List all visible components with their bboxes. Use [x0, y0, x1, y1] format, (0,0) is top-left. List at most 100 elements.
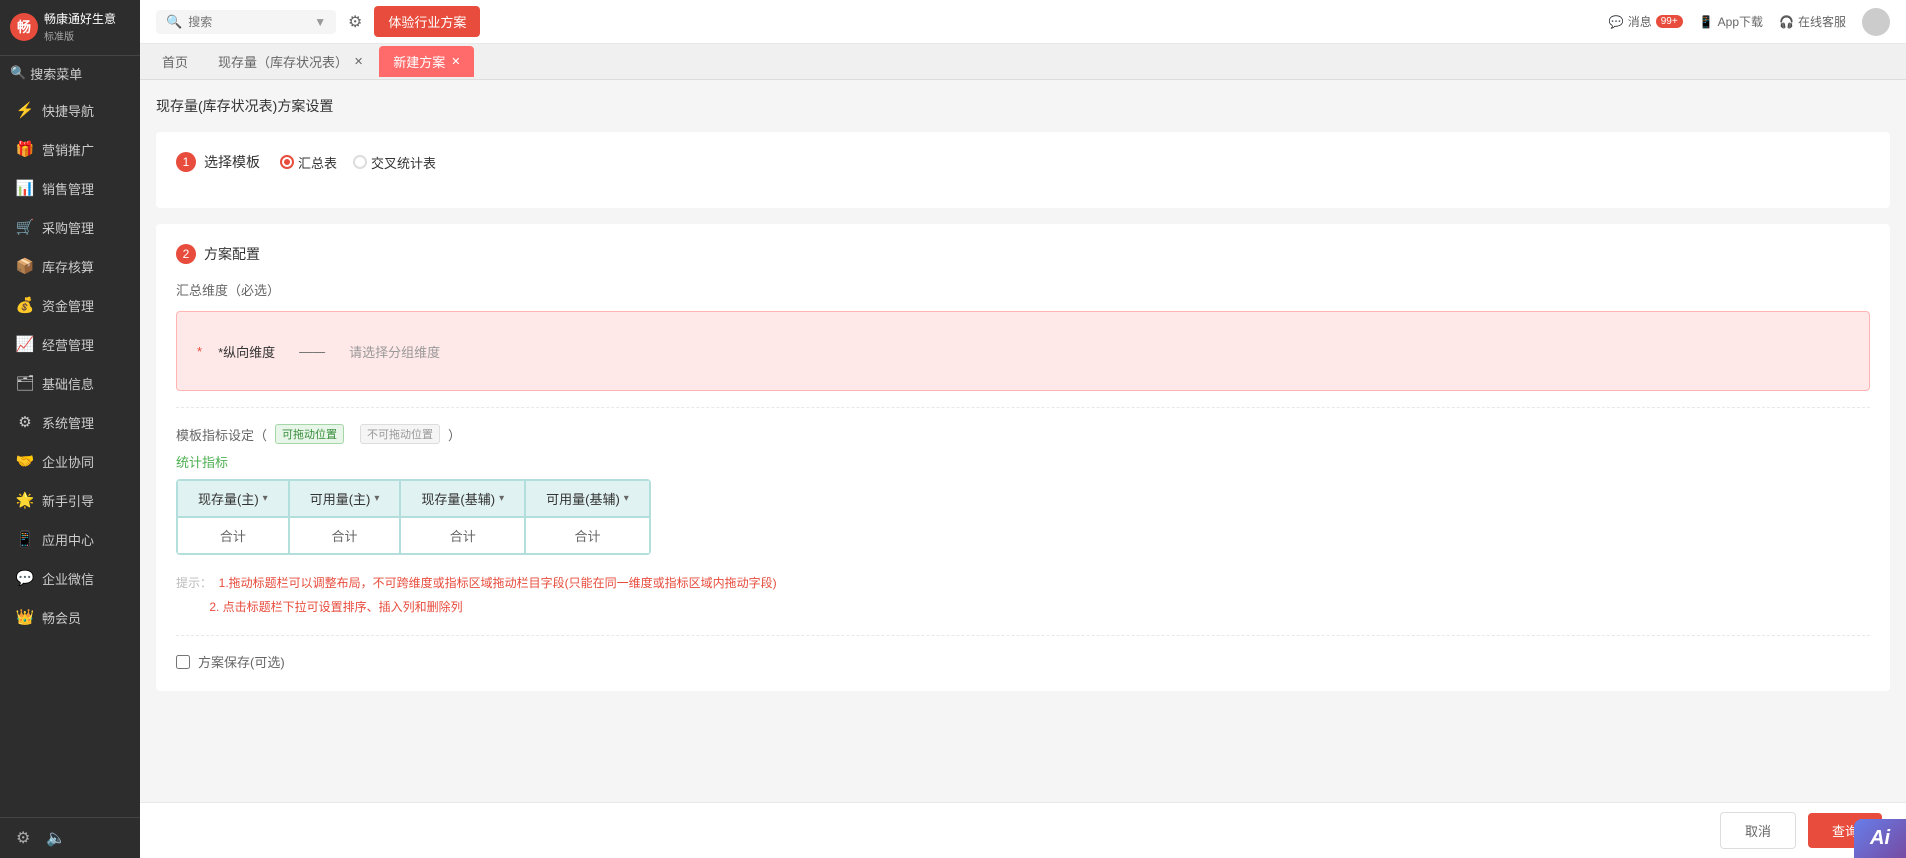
section-divider2	[176, 635, 1870, 636]
sidebar-item-management[interactable]: 📈 经营管理	[0, 325, 140, 364]
sidebar-item-label: 应用中心	[42, 530, 94, 549]
sidebar: 畅 畅康通好生意 标准版 🔍 搜索菜单 ⚡ 快捷导航 🎁 营销推广 📊 销售管理…	[0, 0, 140, 858]
col-sub-3: 合计	[574, 526, 600, 545]
search-input[interactable]	[188, 15, 308, 29]
col-label-1: 可用量(主)	[310, 489, 371, 508]
radio-cross-table[interactable]: 交叉统计表	[353, 153, 436, 172]
save-checkbox[interactable]	[176, 655, 190, 669]
stats-section: 统计指标 现存量(主) ▾ 可用量(主) ▾ 现存量(基辅)	[176, 452, 1870, 555]
sidebar-item-label: 经营管理	[42, 335, 94, 354]
col-data-2: 合计	[400, 517, 525, 554]
app-name: 畅康通好生意	[44, 12, 116, 28]
audio-icon[interactable]: 🔈	[46, 828, 66, 848]
tab-inventory-close-icon[interactable]: ✕	[354, 55, 363, 68]
membership-icon: 👑	[16, 608, 34, 626]
col-data-0: 合计	[177, 517, 289, 554]
tab-inventory[interactable]: 现存量（库存状况表） ✕	[204, 46, 377, 77]
tabs-bar: 首页 现存量（库存状况表） ✕ 新建方案 ✕	[140, 44, 1906, 80]
message-label: 消息	[1628, 13, 1652, 30]
step2-card: 2 方案配置 汇总维度（必选） * *纵向维度 —— 请选择分组维度 模板指标设…	[156, 224, 1890, 691]
sidebar-item-inventory[interactable]: 📦 库存核算	[0, 247, 140, 286]
col-chevron-3: ▾	[624, 493, 629, 504]
shortcuts-icon: ⚡	[16, 101, 34, 119]
tab-new-plan[interactable]: 新建方案 ✕	[379, 46, 474, 77]
marketing-icon: 🎁	[16, 140, 34, 158]
col-sub-0: 合计	[220, 526, 246, 545]
sidebar-item-basic-info[interactable]: 🗂 基础信息	[0, 364, 140, 403]
save-section: 方案保存(可选)	[176, 652, 1870, 671]
col-header-2[interactable]: 现存量(基辅) ▾	[400, 480, 525, 517]
sidebar-item-app-center[interactable]: 📱 应用中心	[0, 520, 140, 559]
non-draggable-position-tag: 不可拖动位置	[360, 424, 440, 444]
sidebar-item-label: 快捷导航	[42, 101, 94, 120]
dimension-box[interactable]: * *纵向维度 —— 请选择分组维度	[176, 311, 1870, 391]
sidebar-search[interactable]: 🔍 搜索菜单	[0, 56, 140, 91]
settings-icon[interactable]: ⚙	[16, 828, 30, 848]
tip-text-1: 1.拖动标题栏可以调整布局，不可跨维度或指标区域拖动栏目字段(只能在同一维度或指…	[219, 576, 777, 590]
message-badge: 99+	[1656, 15, 1683, 28]
app-download-btn[interactable]: 📱 App下载	[1699, 13, 1763, 30]
guide-icon: 🌟	[16, 491, 34, 509]
tip-section: 提示： 1.拖动标题栏可以调整布局，不可跨维度或指标区域拖动栏目字段(只能在同一…	[176, 571, 1870, 619]
cancel-button[interactable]: 取消	[1720, 812, 1796, 849]
radio-summary-table[interactable]: 汇总表	[280, 153, 337, 172]
summary-dimension-label: 汇总维度（必选）	[176, 280, 1870, 299]
step2-header: 2 方案配置	[176, 244, 1870, 264]
dimension-dash: ——	[299, 344, 325, 359]
sidebar-item-membership[interactable]: 👑 畅会员	[0, 598, 140, 637]
sidebar-item-guide[interactable]: 🌟 新手引导	[0, 481, 140, 520]
step1-card: 1 选择模板 汇总表 交叉统计表	[156, 132, 1890, 208]
ai-badge[interactable]: Ai	[1854, 819, 1906, 858]
vertical-dimension-label: *纵向维度	[218, 342, 275, 361]
template-radio-group: 汇总表 交叉统计表	[280, 153, 436, 172]
basic-info-icon: 🗂	[16, 374, 34, 392]
sidebar-item-wechat[interactable]: 💬 企业微信	[0, 559, 140, 598]
app-download-label: App下载	[1718, 13, 1763, 30]
col-label-3: 可用量(基辅)	[546, 489, 620, 508]
sidebar-item-cooperation[interactable]: 🤝 企业协同	[0, 442, 140, 481]
main-area: 🔍 ▼ ⚙ 体验行业方案 💬 消息 99+ 📱 App下载 🎧 在线客服	[140, 0, 1906, 858]
sidebar-item-label: 新手引导	[42, 491, 94, 510]
sidebar-item-label: 资金管理	[42, 296, 94, 315]
sidebar-logo: 畅 畅康通好生意 标准版	[0, 0, 140, 56]
sidebar-nav: ⚡ 快捷导航 🎁 营销推广 📊 销售管理 🛒 采购管理 📦 库存核算 💰 资金管…	[0, 91, 140, 817]
sidebar-search-label: 搜索菜单	[30, 64, 82, 83]
tab-home[interactable]: 首页	[148, 46, 202, 77]
message-icon: 💬	[1609, 15, 1624, 29]
col-header-0[interactable]: 现存量(主) ▾	[177, 480, 289, 517]
sidebar-item-purchase[interactable]: 🛒 采购管理	[0, 208, 140, 247]
step1-header: 1 选择模板 汇总表 交叉统计表	[176, 152, 1870, 172]
stats-table: 现存量(主) ▾ 可用量(主) ▾ 现存量(基辅) ▾ 可用量(基辅)	[176, 479, 651, 555]
col-header-3[interactable]: 可用量(基辅) ▾	[525, 480, 650, 517]
sidebar-item-shortcuts[interactable]: ⚡ 快捷导航	[0, 91, 140, 130]
search-icon: 🔍	[10, 65, 26, 81]
col-sub-2: 合计	[450, 526, 476, 545]
search-box[interactable]: 🔍 ▼	[156, 10, 336, 34]
experience-btn[interactable]: 体验行业方案	[374, 6, 480, 37]
footer: 取消 查询	[140, 802, 1906, 858]
section-divider	[176, 407, 1870, 408]
radio-summary-checked	[280, 155, 294, 169]
message-btn[interactable]: 💬 消息 99+	[1609, 13, 1683, 30]
user-avatar[interactable]	[1862, 8, 1890, 36]
settings-gear-icon[interactable]: ⚙	[348, 12, 362, 32]
indicator-settings-label: 模板指标设定（ 可拖动位置 不可拖动位置 ）	[176, 424, 1870, 444]
step1-num: 1	[176, 152, 196, 172]
col-chevron-1: ▾	[374, 493, 379, 504]
radio-cross-unchecked	[353, 155, 367, 169]
sidebar-item-label: 企业微信	[42, 569, 94, 588]
topbar-search-icon: 🔍	[166, 14, 182, 30]
sidebar-item-marketing[interactable]: 🎁 营销推广	[0, 130, 140, 169]
search-dropdown-icon[interactable]: ▼	[314, 15, 326, 29]
sidebar-item-label: 营销推广	[42, 140, 94, 159]
col-header-1[interactable]: 可用量(主) ▾	[289, 480, 401, 517]
sidebar-item-system[interactable]: ⚙ 系统管理	[0, 403, 140, 442]
col-sub-1: 合计	[332, 526, 358, 545]
content-area: 现存量(库存状况表)方案设置 1 选择模板 汇总表 交叉统计表	[140, 80, 1906, 802]
step2-title: 方案配置	[204, 244, 260, 264]
sidebar-item-sales[interactable]: 📊 销售管理	[0, 169, 140, 208]
online-service-btn[interactable]: 🎧 在线客服	[1779, 13, 1846, 30]
cooperation-icon: 🤝	[16, 452, 34, 470]
sidebar-item-finance[interactable]: 💰 资金管理	[0, 286, 140, 325]
tab-new-plan-close-icon[interactable]: ✕	[451, 55, 460, 68]
